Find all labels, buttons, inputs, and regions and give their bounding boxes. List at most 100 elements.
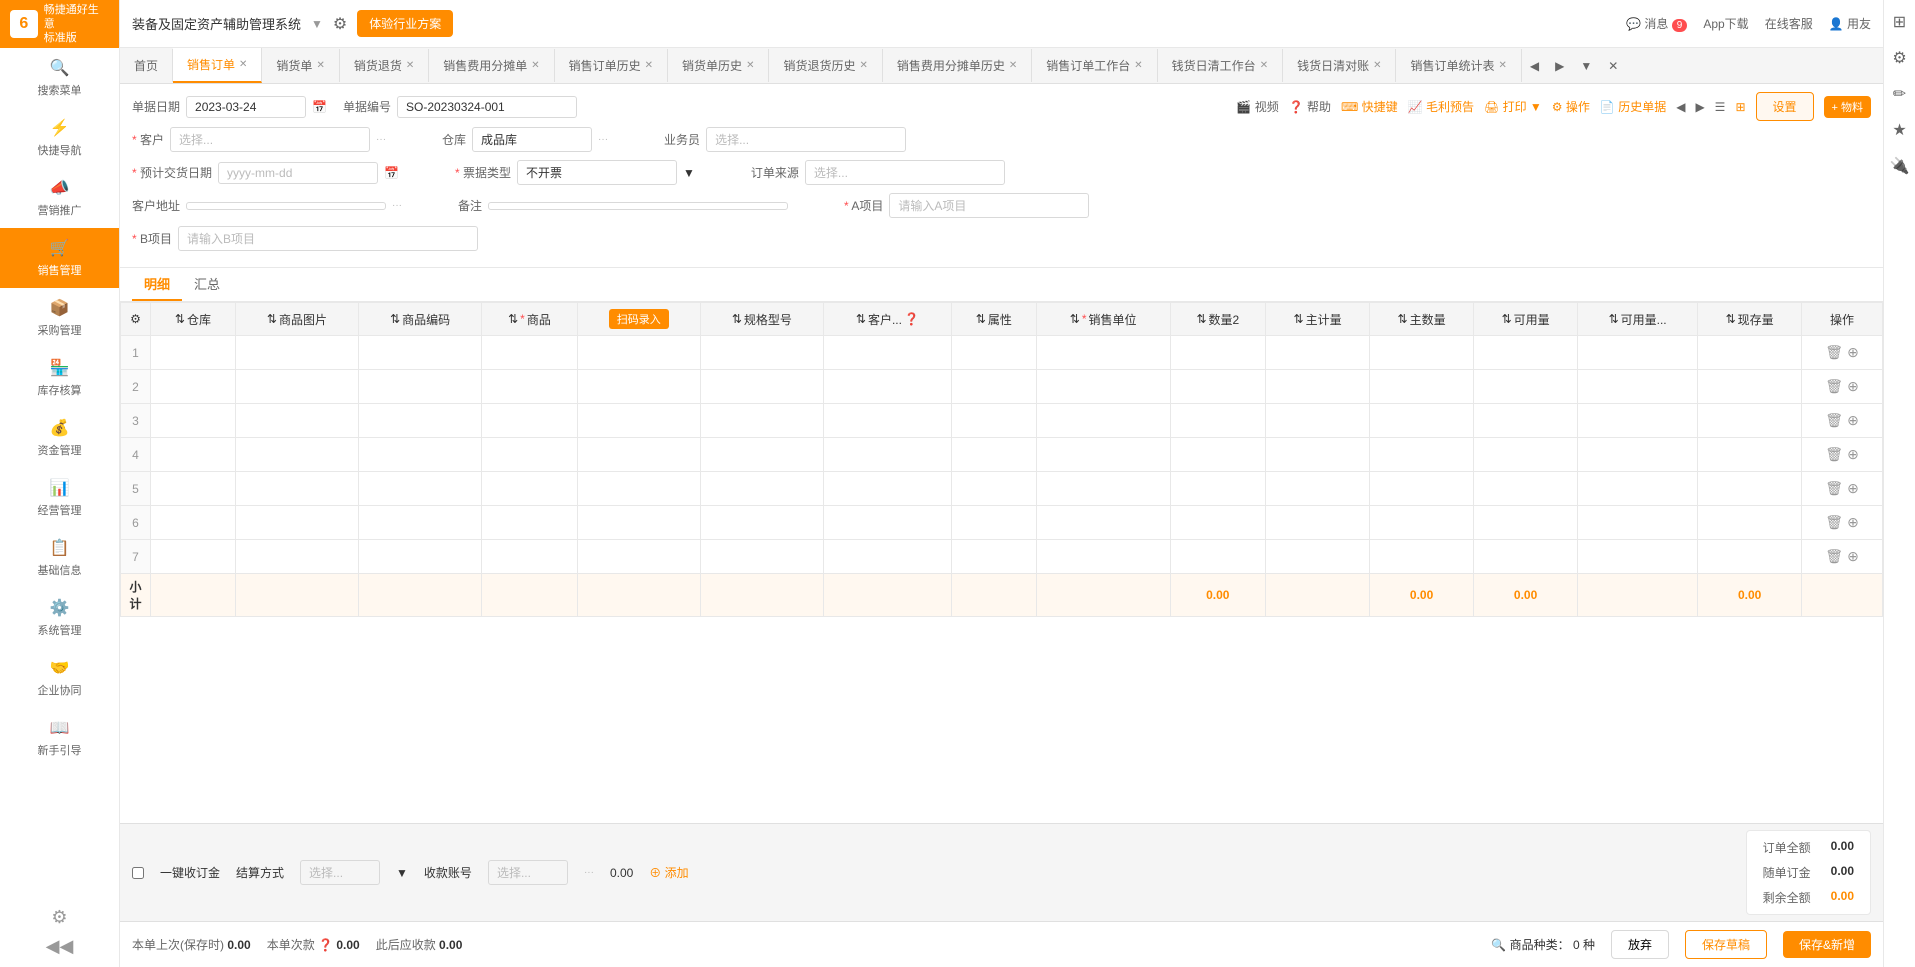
table-cell[interactable] (577, 472, 700, 506)
history-link[interactable]: 📄 历史单据 (1600, 98, 1666, 115)
app-download-link[interactable]: App下载 (1703, 15, 1748, 32)
table-cell[interactable] (700, 370, 823, 404)
table-cell[interactable] (235, 370, 358, 404)
table-cell[interactable] (1036, 506, 1170, 540)
sidebar-item-purchase[interactable]: 📦 采购管理 (0, 288, 119, 348)
sidebar-item-sales[interactable]: 🛒 销售管理 (0, 228, 119, 288)
table-cell[interactable] (1370, 404, 1474, 438)
calendar-icon[interactable]: 📅 (312, 100, 327, 114)
help-link[interactable]: ❓ 帮助 (1289, 98, 1331, 115)
payment-method-dropdown[interactable]: ▼ (396, 866, 408, 880)
col-scan[interactable]: 扫码录入 (577, 303, 700, 336)
account-select[interactable]: 选择... (488, 860, 568, 885)
table-cell[interactable] (482, 370, 578, 404)
table-cell[interactable] (359, 336, 482, 370)
tab-close-daily-clear-account[interactable]: ✕ (1373, 60, 1381, 71)
col-current-stock[interactable]: ⇅ 现存量 (1698, 303, 1802, 336)
table-cell[interactable] (1370, 370, 1474, 404)
table-cell[interactable] (1578, 370, 1698, 404)
table-cell[interactable] (1266, 506, 1370, 540)
warehouse-more-icon[interactable]: ··· (598, 134, 608, 145)
copy-row-icon[interactable]: ⊕ (1847, 344, 1859, 361)
sidebar-item-enterprise[interactable]: 🤝 企业协同 (0, 648, 119, 708)
tab-close-sales-fee-split-history[interactable]: ✕ (1009, 60, 1017, 71)
sidebar-item-quick[interactable]: ⚡ 快捷导航 (0, 108, 119, 168)
copy-row-icon[interactable]: ⊕ (1847, 480, 1859, 497)
table-cell[interactable] (700, 438, 823, 472)
table-cell[interactable] (1578, 438, 1698, 472)
right-panel-edit-icon[interactable]: ✏ (1889, 80, 1910, 108)
table-cell[interactable] (1036, 404, 1170, 438)
tab-sales-order-stats[interactable]: 销售订单统计表 ✕ (1396, 49, 1521, 82)
dropdown-arrow-icon[interactable]: ▼ (311, 17, 323, 31)
table-cell[interactable] (951, 506, 1036, 540)
table-cell[interactable] (235, 404, 358, 438)
sidebar-item-guide[interactable]: 📖 新手引导 (0, 708, 119, 768)
tab-sales-return-history[interactable]: 销货单历史 ✕ (668, 49, 769, 82)
table-cell[interactable] (823, 336, 951, 370)
col-attribute[interactable]: ⇅ 属性 (951, 303, 1036, 336)
table-cell[interactable] (1036, 472, 1170, 506)
table-cell[interactable] (359, 370, 482, 404)
tab-close-all-icon[interactable]: ✕ (1600, 59, 1626, 73)
tab-sales-refund-history[interactable]: 销货退货历史 ✕ (769, 49, 882, 82)
table-cell[interactable] (700, 506, 823, 540)
one-click-checkbox[interactable] (132, 867, 144, 879)
table-cell[interactable] (1170, 404, 1266, 438)
table-cell[interactable] (1578, 506, 1698, 540)
col-product[interactable]: ⇅ *商品 (482, 303, 578, 336)
col-spec[interactable]: ⇅ 规格型号 (700, 303, 823, 336)
table-cell[interactable] (951, 472, 1036, 506)
copy-row-icon[interactable]: ⊕ (1847, 548, 1859, 565)
sidebar-item-basic[interactable]: 📋 基础信息 (0, 528, 119, 588)
sidebar-item-search[interactable]: 🔍 搜索菜单 (0, 48, 119, 108)
tab-sales-order-workbench[interactable]: 销售订单工作台 ✕ (1032, 49, 1157, 82)
table-cell[interactable] (1474, 336, 1578, 370)
sidebar-item-inventory[interactable]: 🏪 库存核算 (0, 348, 119, 408)
sidebar-item-system[interactable]: ⚙️ 系统管理 (0, 588, 119, 648)
view-link[interactable]: 🎬 视频 (1236, 98, 1278, 115)
save-draft-button[interactable]: 保存草稿 (1685, 930, 1767, 959)
table-cell[interactable] (1698, 438, 1802, 472)
tab-close-daily-clear-workbench[interactable]: ✕ (1260, 60, 1268, 71)
delete-row-icon[interactable]: 🗑 (1825, 378, 1843, 395)
table-cell[interactable] (151, 438, 236, 472)
table-cell[interactable] (951, 540, 1036, 574)
date-input[interactable]: 2023-03-24 (186, 96, 306, 118)
operation-link[interactable]: ⚙ 操作 (1552, 98, 1590, 115)
right-panel-star-icon[interactable]: ★ (1888, 116, 1910, 144)
table-cell[interactable] (1698, 370, 1802, 404)
table-cell[interactable] (577, 336, 700, 370)
table-cell[interactable] (1370, 438, 1474, 472)
table-cell[interactable] (1698, 540, 1802, 574)
table-cell[interactable] (482, 540, 578, 574)
table-cell[interactable] (1698, 404, 1802, 438)
right-panel-layout-icon[interactable]: ⊞ (1889, 8, 1910, 36)
print-link[interactable]: 🖨 打印 ▼ (1484, 98, 1542, 115)
list-view-icon[interactable]: ☰ (1715, 100, 1726, 114)
delete-row-icon[interactable]: 🗑 (1825, 514, 1843, 531)
industry-solution-button[interactable]: 体验行业方案 (357, 10, 453, 37)
table-cell[interactable] (1698, 336, 1802, 370)
table-cell[interactable] (577, 370, 700, 404)
table-cell[interactable] (1474, 438, 1578, 472)
table-cell[interactable] (951, 336, 1036, 370)
pagination-next-icon[interactable]: ▶ (1695, 100, 1704, 114)
table-cell[interactable] (577, 404, 700, 438)
table-cell[interactable] (823, 506, 951, 540)
product-count-icon[interactable]: 🔍 (1491, 938, 1506, 952)
table-cell[interactable] (1370, 506, 1474, 540)
order-source-input[interactable]: 选择... (805, 160, 1005, 185)
invoice-type-dropdown-icon[interactable]: ▼ (683, 166, 695, 180)
table-cell[interactable] (482, 438, 578, 472)
sidebar-item-finance[interactable]: 💰 资金管理 (0, 408, 119, 468)
table-cell[interactable] (700, 404, 823, 438)
tab-sales-refund[interactable]: 销货退货 ✕ (340, 49, 429, 82)
col-product-img[interactable]: ⇅ 商品图片 (235, 303, 358, 336)
tab-close-sales-order-workbench[interactable]: ✕ (1134, 60, 1142, 71)
customer-input[interactable]: 选择... (170, 127, 370, 152)
sidebar-item-marketing[interactable]: 📣 营销推广 (0, 168, 119, 228)
table-cell[interactable] (1170, 336, 1266, 370)
table-cell[interactable] (700, 540, 823, 574)
copy-row-icon[interactable]: ⊕ (1847, 412, 1859, 429)
